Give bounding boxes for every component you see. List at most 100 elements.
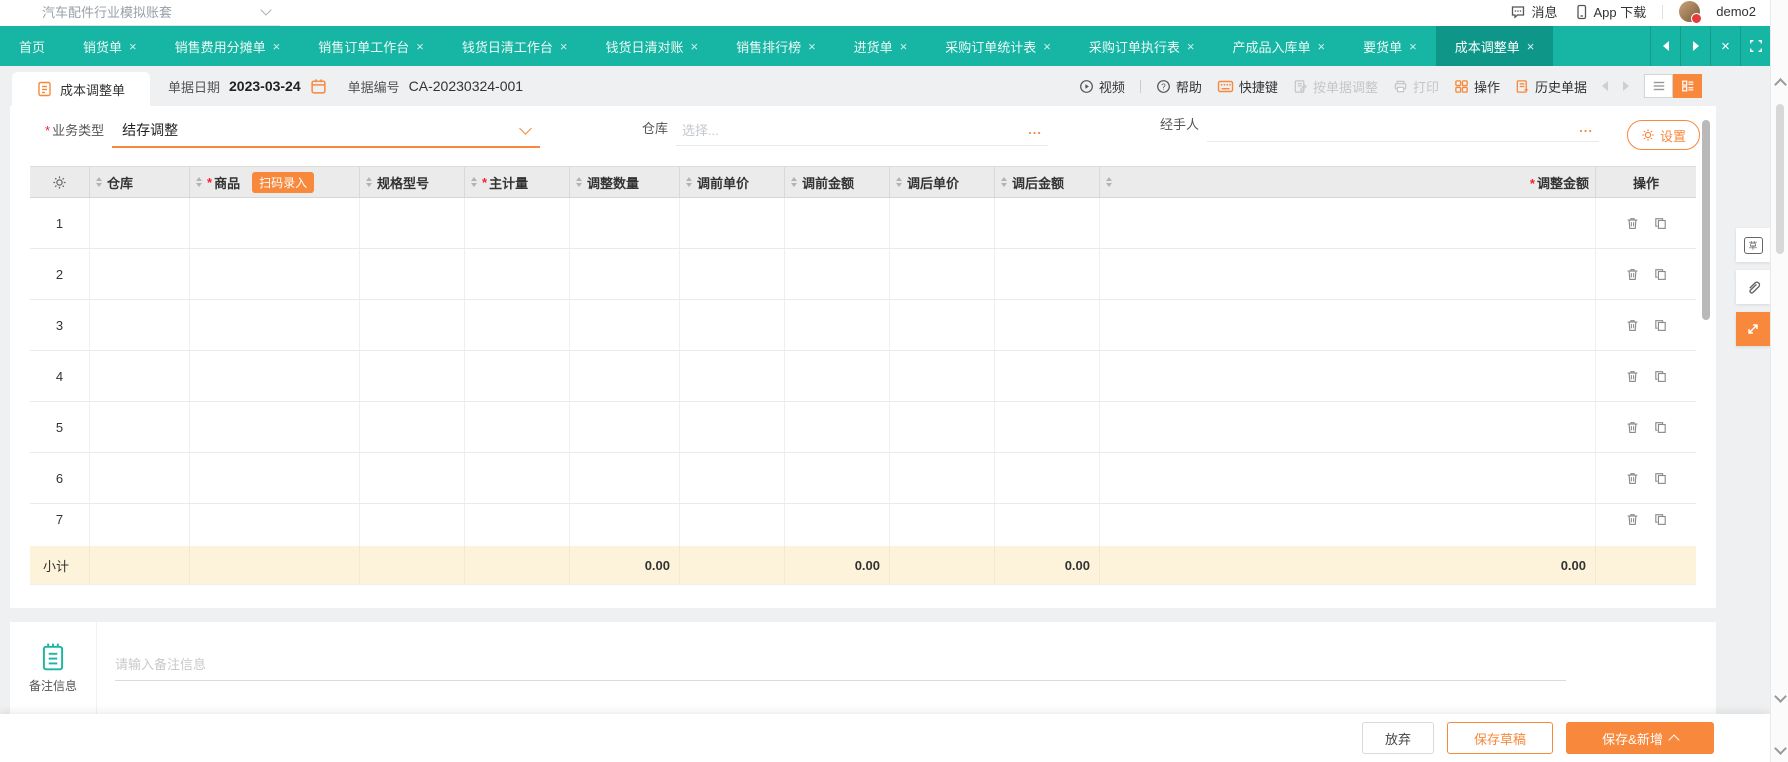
close-tab-icon[interactable]: × bbox=[1318, 39, 1326, 54]
footer-action-bar: 放弃 保存草稿 保存&新增 bbox=[0, 714, 1770, 762]
close-tab-icon[interactable]: × bbox=[1527, 39, 1535, 54]
sort-icon[interactable] bbox=[1106, 177, 1112, 187]
tab-sales-workbench[interactable]: 销售订单工作台 × bbox=[299, 26, 443, 66]
sort-icon[interactable] bbox=[1001, 177, 1007, 187]
copy-row-icon[interactable] bbox=[1653, 216, 1668, 231]
header-adjust-amount: * 调整金额 bbox=[1100, 167, 1596, 197]
account-set-select[interactable]: 汽车配件行业模拟账套 bbox=[40, 0, 281, 26]
required-asterisk: * bbox=[482, 174, 488, 190]
close-tab-icon[interactable]: × bbox=[129, 39, 137, 54]
scroll-tabs-right-button[interactable] bbox=[1680, 26, 1710, 66]
table-row: 1 bbox=[30, 198, 1696, 249]
ellipsis-picker-icon[interactable]: ... bbox=[1579, 120, 1593, 135]
close-all-tabs-button[interactable]: × bbox=[1710, 26, 1740, 66]
help-button[interactable]: ? 帮助 bbox=[1156, 77, 1202, 96]
page-scrollbar[interactable] bbox=[1770, 0, 1788, 762]
close-tab-icon[interactable]: × bbox=[560, 39, 568, 54]
ellipsis-picker-icon[interactable]: ... bbox=[1028, 122, 1042, 137]
copy-row-icon[interactable] bbox=[1653, 267, 1668, 282]
handler-input[interactable]: ... bbox=[1207, 114, 1600, 142]
tab-sales-ranking[interactable]: 销售排行榜 × bbox=[717, 26, 835, 66]
tab-home[interactable]: 首页 bbox=[0, 26, 64, 66]
delete-row-icon[interactable] bbox=[1625, 216, 1640, 231]
sort-icon[interactable] bbox=[686, 177, 692, 187]
save-draft-button[interactable]: 保存草稿 bbox=[1447, 722, 1553, 754]
copy-row-icon[interactable] bbox=[1653, 420, 1668, 435]
expand-fullscreen-button[interactable] bbox=[1736, 312, 1770, 346]
sort-icon[interactable] bbox=[896, 177, 902, 187]
close-tab-icon[interactable]: × bbox=[1187, 39, 1195, 54]
settings-button[interactable]: 设置 bbox=[1626, 120, 1700, 150]
user-menu[interactable]: demo2 bbox=[1716, 4, 1756, 19]
tab-cash-reconcile[interactable]: 钱货日清对账 × bbox=[586, 26, 717, 66]
tab-sales-expense[interactable]: 销售费用分摊单 × bbox=[156, 26, 300, 66]
card-view-button[interactable] bbox=[1673, 74, 1702, 98]
tab-cost-adjustment[interactable]: 成本调整单 × bbox=[1435, 26, 1554, 66]
scroll-down-icon[interactable] bbox=[1774, 690, 1787, 703]
video-button[interactable]: 视频 bbox=[1079, 77, 1125, 96]
history-docs-button[interactable]: 历史单据 bbox=[1515, 77, 1587, 96]
avatar[interactable] bbox=[1679, 1, 1703, 24]
close-tab-icon[interactable]: × bbox=[808, 39, 816, 54]
scrollbar-thumb[interactable] bbox=[1776, 104, 1784, 254]
required-asterisk: * bbox=[1529, 175, 1535, 191]
delete-row-icon[interactable] bbox=[1625, 318, 1640, 333]
delete-row-icon[interactable] bbox=[1625, 420, 1640, 435]
scroll-tabs-left-button[interactable] bbox=[1650, 26, 1680, 66]
close-tab-icon[interactable]: × bbox=[690, 39, 698, 54]
print-button[interactable]: 打印 bbox=[1393, 77, 1439, 96]
next-doc-button[interactable] bbox=[1623, 81, 1629, 91]
tab-po-execution[interactable]: 采购订单执行表 × bbox=[1070, 26, 1214, 66]
close-tab-icon[interactable]: × bbox=[273, 39, 281, 54]
sort-icon[interactable] bbox=[366, 177, 372, 187]
calendar-icon[interactable] bbox=[310, 78, 327, 95]
draft-box-button[interactable]: 草 bbox=[1736, 228, 1770, 262]
tab-cash-workbench[interactable]: 钱货日清工作台 × bbox=[443, 26, 587, 66]
biz-type-select[interactable]: 结存调整 bbox=[112, 114, 541, 148]
column-settings-button[interactable] bbox=[30, 167, 90, 197]
discard-button[interactable]: 放弃 bbox=[1362, 722, 1434, 754]
fullscreen-button[interactable] bbox=[1740, 26, 1770, 66]
prev-doc-button[interactable] bbox=[1602, 81, 1608, 91]
messages-button[interactable]: 消息 bbox=[1510, 2, 1558, 21]
scan-entry-button[interactable]: 扫码录入 bbox=[252, 171, 315, 193]
sort-icon[interactable] bbox=[96, 177, 102, 187]
tab-finished-goods-in[interactable]: 产成品入库单 × bbox=[1214, 26, 1345, 66]
close-tab-icon[interactable]: × bbox=[1043, 39, 1051, 54]
copy-row-icon[interactable] bbox=[1653, 318, 1668, 333]
warehouse-select[interactable]: 选择... ... bbox=[676, 114, 1049, 146]
remarks-input[interactable]: 请输入备注信息 bbox=[97, 622, 1716, 714]
scroll-down-icon[interactable] bbox=[1774, 742, 1787, 755]
attachment-button[interactable] bbox=[1736, 270, 1770, 304]
adjust-by-doc-button[interactable]: 按单据调整 bbox=[1293, 77, 1378, 96]
tab-requisition[interactable]: 要货单 × bbox=[1344, 26, 1436, 66]
delete-row-icon[interactable] bbox=[1625, 369, 1640, 384]
save-and-new-button[interactable]: 保存&新增 bbox=[1566, 722, 1714, 754]
tab-po-stats[interactable]: 采购订单统计表 × bbox=[926, 26, 1070, 66]
hotkeys-button[interactable]: 快捷键 bbox=[1217, 77, 1278, 96]
tab-purchase-order[interactable]: 进货单 × bbox=[835, 26, 927, 66]
sort-icon[interactable] bbox=[576, 177, 582, 187]
copy-row-icon[interactable] bbox=[1653, 369, 1668, 384]
tab-list: 首页 销货单 × 销售费用分摊单 × 销售订单工作台 × 钱货日清工作台 × 钱货日清对… bbox=[0, 26, 1650, 66]
list-view-button[interactable] bbox=[1644, 74, 1673, 98]
sort-icon[interactable] bbox=[791, 177, 797, 187]
inner-scrollbar-thumb[interactable] bbox=[1702, 120, 1710, 320]
tab-sales-order[interactable]: 销货单 × bbox=[64, 26, 156, 66]
app-download-button[interactable]: App 下载 bbox=[1574, 2, 1646, 21]
sort-icon[interactable] bbox=[196, 177, 202, 187]
delete-row-icon[interactable] bbox=[1625, 267, 1640, 282]
delete-row-icon[interactable] bbox=[1625, 471, 1640, 486]
doc-date-value[interactable]: 2023-03-24 bbox=[229, 78, 301, 94]
fullscreen-icon bbox=[1749, 40, 1762, 52]
close-tab-icon[interactable]: × bbox=[900, 39, 908, 54]
actions-button[interactable]: 操作 bbox=[1454, 77, 1500, 96]
sort-icon[interactable] bbox=[471, 177, 477, 187]
delete-row-icon[interactable] bbox=[1625, 512, 1640, 527]
copy-row-icon[interactable] bbox=[1653, 512, 1668, 527]
scroll-up-icon[interactable] bbox=[1774, 78, 1787, 91]
document-tab-cost-adjustment[interactable]: 成本调整单 bbox=[12, 72, 150, 106]
copy-row-icon[interactable] bbox=[1653, 471, 1668, 486]
close-tab-icon[interactable]: × bbox=[416, 39, 424, 54]
close-tab-icon[interactable]: × bbox=[1409, 39, 1417, 54]
